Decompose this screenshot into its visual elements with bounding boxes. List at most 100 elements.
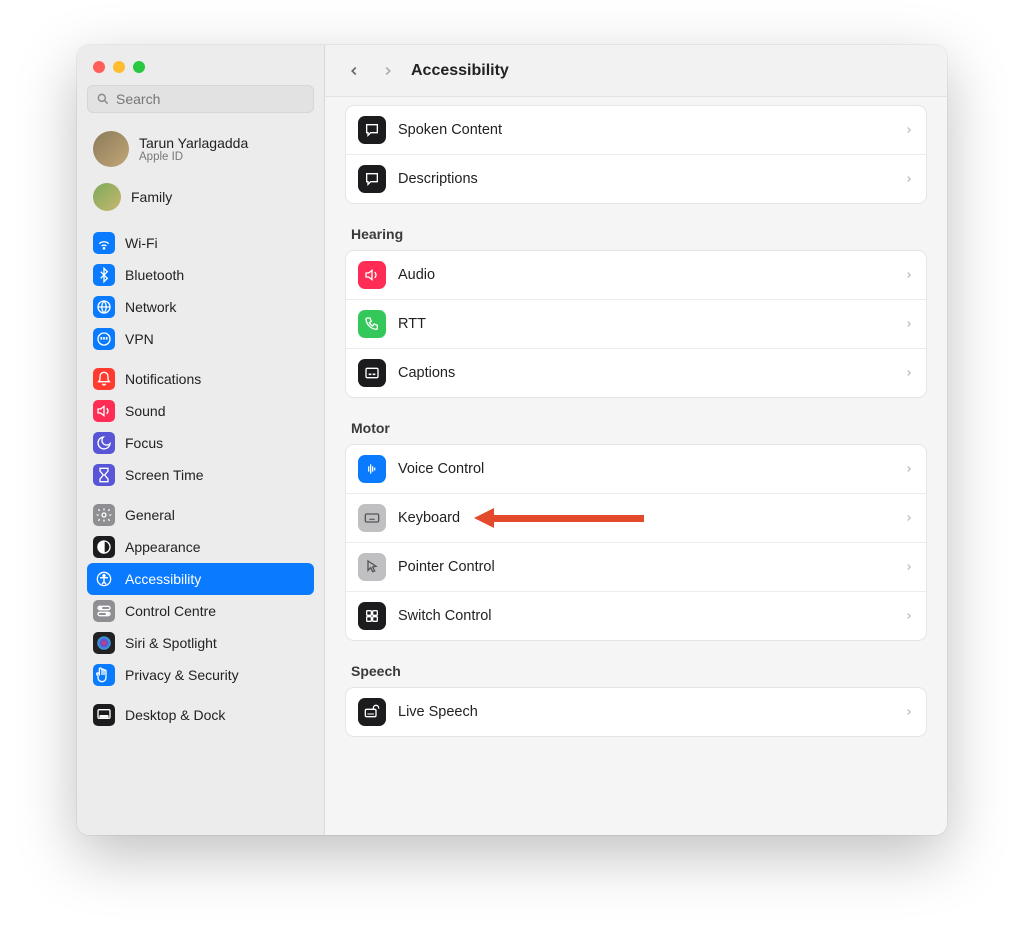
close-button[interactable] (93, 61, 105, 73)
section-list-motor: Voice Control Keyboard Pointer Control Swit… (345, 444, 927, 641)
sidebar-item-label: Wi-Fi (125, 235, 158, 251)
settings-row-keyboard[interactable]: Keyboard (346, 493, 926, 542)
sidebar-item-privacy-security[interactable]: Privacy & Security (87, 659, 314, 691)
chevron-right-icon (904, 172, 914, 186)
content-scroll[interactable]: Spoken Content Descriptions Hearing Audio R… (325, 97, 947, 835)
settings-row-switch-control[interactable]: Switch Control (346, 591, 926, 640)
family-avatar (93, 183, 121, 211)
sidebar-item-network[interactable]: Network (87, 291, 314, 323)
sidebar-item-appearance[interactable]: Appearance (87, 531, 314, 563)
search-icon (96, 92, 110, 106)
row-label: RTT (398, 316, 892, 332)
settings-row-audio[interactable]: Audio (346, 251, 926, 299)
caption-icon (358, 359, 386, 387)
sidebar: Tarun Yarlagadda Apple ID Family Wi-Fi Bl… (77, 45, 325, 835)
keyboard-icon (358, 504, 386, 532)
settings-row-voice-control[interactable]: Voice Control (346, 445, 926, 493)
chevron-right-icon (904, 462, 914, 476)
moon-icon (93, 432, 115, 454)
keyboard-speech-icon (358, 698, 386, 726)
speech-bubble-plus-icon (358, 165, 386, 193)
grid4-icon (358, 602, 386, 630)
sidebar-item-label: Notifications (125, 371, 201, 387)
settings-row-pointer-control[interactable]: Pointer Control (346, 542, 926, 591)
minimize-button[interactable] (113, 61, 125, 73)
speech-bubble-icon (358, 116, 386, 144)
settings-row-rtt[interactable]: RTT (346, 299, 926, 348)
back-button[interactable] (343, 60, 365, 82)
content-pane: Accessibility Spoken Content Descriptions… (325, 45, 947, 835)
hand-icon (93, 664, 115, 686)
forward-button[interactable] (377, 60, 399, 82)
bluetooth-icon (93, 264, 115, 286)
phone-icon (358, 310, 386, 338)
sidebar-item-bluetooth[interactable]: Bluetooth (87, 259, 314, 291)
sidebar-item-accessibility[interactable]: Accessibility (87, 563, 314, 595)
chevron-right-icon (904, 705, 914, 719)
speaker-icon (358, 261, 386, 289)
sidebar-item-focus[interactable]: Focus (87, 427, 314, 459)
sidebar-item-desktop-dock[interactable]: Desktop & Dock (87, 699, 314, 731)
sidebar-item-label: Screen Time (125, 467, 204, 483)
sidebar-item-screen-time[interactable]: Screen Time (87, 459, 314, 491)
sidebar-item-label: General (125, 507, 175, 523)
sidebar-item-general[interactable]: General (87, 499, 314, 531)
sidebar-item-label: Bluetooth (125, 267, 184, 283)
row-label: Live Speech (398, 704, 892, 720)
dock-icon (93, 704, 115, 726)
chevron-right-icon (904, 560, 914, 574)
appearance-icon (93, 536, 115, 558)
row-label: Voice Control (398, 461, 892, 477)
settings-row-live-speech[interactable]: Live Speech (346, 688, 926, 736)
chevron-right-icon (904, 609, 914, 623)
avatar (93, 131, 129, 167)
sidebar-item-label: VPN (125, 331, 154, 347)
family-row[interactable]: Family (87, 175, 314, 219)
sidebar-item-vpn[interactable]: VPN (87, 323, 314, 355)
section-header-speech: Speech (351, 663, 927, 679)
vpn-icon (93, 328, 115, 350)
accessibility-icon (93, 568, 115, 590)
window-controls (87, 55, 314, 85)
settings-row-captions[interactable]: Captions (346, 348, 926, 397)
sidebar-item-label: Sound (125, 403, 165, 419)
settings-row-spoken-content[interactable]: Spoken Content (346, 106, 926, 154)
section-header-hearing: Hearing (351, 226, 927, 242)
titlebar: Accessibility (325, 45, 947, 97)
bell-icon (93, 368, 115, 390)
row-label: Descriptions (398, 171, 892, 187)
sidebar-item-sound[interactable]: Sound (87, 395, 314, 427)
speaker-icon (93, 400, 115, 422)
sidebar-item-label: Network (125, 299, 176, 315)
sidebar-item-wi-fi[interactable]: Wi-Fi (87, 227, 314, 259)
zoom-button[interactable] (133, 61, 145, 73)
waveform-icon (358, 455, 386, 483)
chevron-right-icon (904, 317, 914, 331)
apple-id-account[interactable]: Tarun Yarlagadda Apple ID (87, 123, 314, 175)
sidebar-item-control-centre[interactable]: Control Centre (87, 595, 314, 627)
search-field[interactable] (87, 85, 314, 113)
row-label: Pointer Control (398, 559, 892, 575)
settings-window: Tarun Yarlagadda Apple ID Family Wi-Fi Bl… (77, 45, 947, 835)
chevron-right-icon (904, 268, 914, 282)
pointer-icon (358, 553, 386, 581)
sidebar-item-label: Appearance (125, 539, 201, 555)
sidebar-item-label: Siri & Spotlight (125, 635, 217, 651)
hourglass-icon (93, 464, 115, 486)
sidebar-item-siri-spotlight[interactable]: Siri & Spotlight (87, 627, 314, 659)
row-label: Captions (398, 365, 892, 381)
globe-icon (93, 296, 115, 318)
sidebar-item-label: Privacy & Security (125, 667, 239, 683)
sidebar-item-label: Focus (125, 435, 163, 451)
chevron-right-icon (904, 511, 914, 525)
sidebar-item-label: Accessibility (125, 571, 201, 587)
row-label: Keyboard (398, 510, 892, 526)
sidebar-item-notifications[interactable]: Notifications (87, 363, 314, 395)
wifi-icon (93, 232, 115, 254)
search-input[interactable] (116, 91, 305, 107)
top-list: Spoken Content Descriptions (345, 105, 927, 204)
sidebar-item-label: Desktop & Dock (125, 707, 225, 723)
settings-row-descriptions[interactable]: Descriptions (346, 154, 926, 203)
row-label: Audio (398, 267, 892, 283)
chevron-right-icon (904, 366, 914, 380)
